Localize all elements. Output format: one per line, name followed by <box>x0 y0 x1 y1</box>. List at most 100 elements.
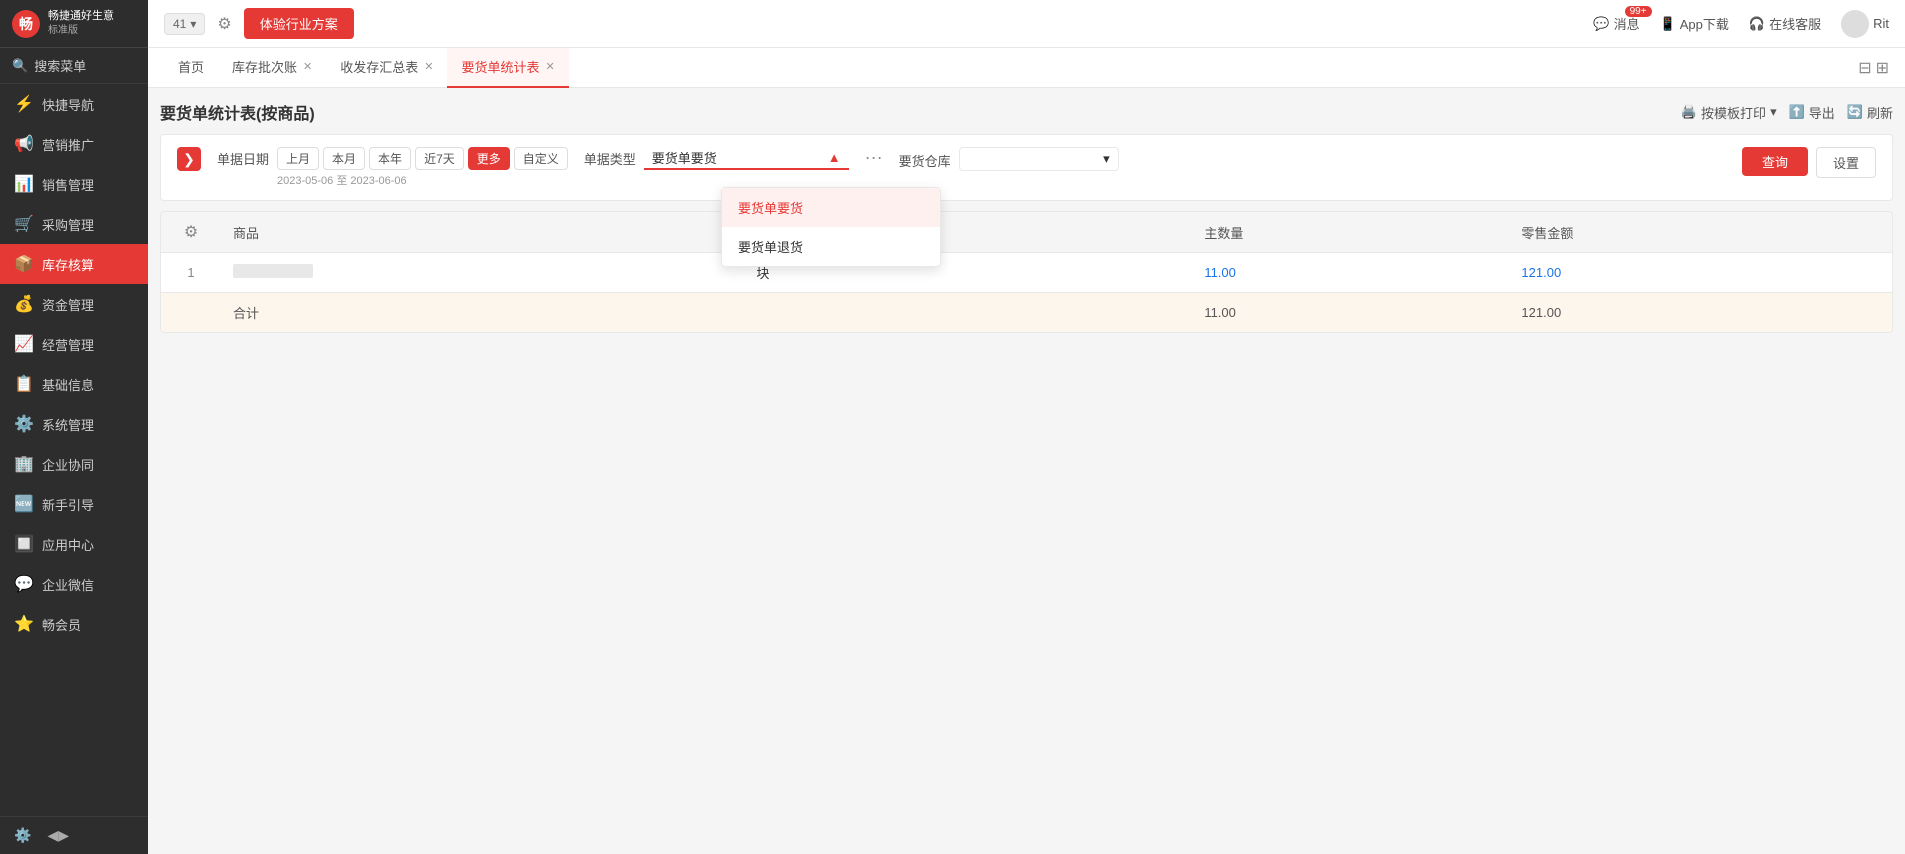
header: 41 ▾ ⚙ 体验行业方案 💬 消息 99+ 📱 App下载 🎧 在线客服 Ri… <box>148 0 1905 48</box>
print-btn[interactable]: 🖨️ 按模板打印 ▾ <box>1681 103 1777 122</box>
refresh-btn[interactable]: 🔄 刷新 <box>1847 103 1893 122</box>
sidebar-search[interactable]: 🔍 搜索菜单 <box>0 48 148 84</box>
query-button[interactable]: 查询 <box>1742 147 1808 176</box>
sidebar-item-wechat[interactable]: 💬 企业微信 <box>0 564 148 604</box>
page-actions: 🖨️ 按模板打印 ▾ ⬆️ 导出 🔄 刷新 <box>1681 103 1893 122</box>
type-select-input[interactable] <box>652 150 828 165</box>
filter-toggle-btn[interactable]: ❯ <box>177 147 201 171</box>
sidebar-item-quicknav[interactable]: ⚡ 快捷导航 <box>0 84 148 124</box>
sidebar-item-guide[interactable]: 🆕 新手引导 <box>0 484 148 524</box>
sidebar-item-enterprise[interactable]: 🏢 企业协同 <box>0 444 148 484</box>
more-filters-btn[interactable]: ··· <box>865 147 883 168</box>
trial-button[interactable]: 体验行业方案 <box>244 8 354 39</box>
sidebar-bottom: ⚙️ ◀▶ <box>0 816 148 854</box>
chevron-down-icon-warehouse: ▾ <box>1103 151 1110 167</box>
member-icon: ⭐ <box>14 614 34 634</box>
logo-area: 畅 畅捷通好生意 标准版 <box>0 0 148 48</box>
more-dates-btn[interactable]: 更多 <box>468 147 510 170</box>
table-settings-icon[interactable]: ⚙ <box>184 224 198 241</box>
footer-empty-1 <box>161 293 221 333</box>
this-year-btn[interactable]: 本年 <box>369 147 411 170</box>
last-month-btn[interactable]: 上月 <box>277 147 319 170</box>
sidebar-item-member[interactable]: ⭐ 畅会员 <box>0 604 148 644</box>
gear-icon[interactable]: ⚙ <box>217 14 231 34</box>
warehouse-filter-group: 要货仓库 ▾ <box>899 147 1119 171</box>
settings-button[interactable]: 设置 <box>1816 147 1876 178</box>
tab-close-order-stat[interactable]: ✕ <box>546 60 555 73</box>
custom-date-btn[interactable]: 自定义 <box>514 147 568 170</box>
tab-batch[interactable]: 库存批次账 ✕ <box>218 48 326 88</box>
this-month-btn[interactable]: 本月 <box>323 147 365 170</box>
warehouse-select[interactable]: ▾ <box>959 147 1119 171</box>
tab-bar: 首页 库存批次账 ✕ 收发存汇总表 ✕ 要货单统计表 ✕ ⊟ ⊞ <box>148 48 1905 88</box>
tab-minimize-icon[interactable]: ⊟ <box>1858 58 1871 78</box>
main-content: 要货单统计表(按商品) 🖨️ 按模板打印 ▾ ⬆️ 导出 🔄 刷新 ❯ <box>148 88 1905 854</box>
chevron-up-icon: ▲ <box>828 150 841 165</box>
message-badge: 99+ <box>1625 6 1652 17</box>
th-product: 商品 <box>221 212 744 253</box>
tab-maximize-icon[interactable]: ⊞ <box>1876 58 1889 78</box>
user-info[interactable]: Rit <box>1841 10 1889 38</box>
dropdown-item-return[interactable]: 要货单退货 <box>722 227 940 266</box>
table-row: 1 块 11.00 121.00 <box>161 253 1892 293</box>
main-area: 41 ▾ ⚙ 体验行业方案 💬 消息 99+ 📱 App下载 🎧 在线客服 Ri… <box>148 0 1905 854</box>
user-avatar <box>1841 10 1869 38</box>
logo-text: 畅捷通好生意 标准版 <box>48 9 114 38</box>
quicknav-icon: ⚡ <box>14 94 34 114</box>
th-settings[interactable]: ⚙ <box>161 212 221 253</box>
purchase-icon: 🛒 <box>14 214 34 234</box>
sidebar-item-purchase[interactable]: 🛒 采购管理 <box>0 204 148 244</box>
basic-icon: 📋 <box>14 374 34 394</box>
tab-summary[interactable]: 收发存汇总表 ✕ <box>326 48 447 88</box>
footer-label: 合计 <box>221 293 1192 333</box>
search-icon: 🔍 <box>12 58 28 74</box>
inventory-icon: 📦 <box>14 254 34 274</box>
row-amount[interactable]: 121.00 <box>1509 253 1892 293</box>
sidebar-item-finance[interactable]: 💰 资金管理 <box>0 284 148 324</box>
marketing-icon: 📢 <box>14 134 34 154</box>
tab-close-summary[interactable]: ✕ <box>424 60 433 73</box>
chevron-down-icon: ▾ <box>190 17 196 31</box>
chevron-down-icon: ▾ <box>1770 104 1777 120</box>
page-title: 要货单统计表(按商品) <box>160 100 315 124</box>
sidebar-item-marketing[interactable]: 📢 营销推广 <box>0 124 148 164</box>
system-icon: ⚙️ <box>14 414 34 434</box>
filter-panel: ❯ 单据日期 上月 本月 本年 近7天 更多 自定义 2023-05-06 至 … <box>160 134 1893 201</box>
collapse-icon[interactable]: ◀▶ <box>47 827 69 844</box>
th-qty: 主数量 <box>1192 212 1509 253</box>
tab-home[interactable]: 首页 <box>164 48 218 88</box>
footer-qty: 11.00 <box>1192 293 1509 333</box>
sidebar-item-operations[interactable]: 📈 经营管理 <box>0 324 148 364</box>
header-id[interactable]: 41 ▾ <box>164 13 205 35</box>
type-dropdown: 要货单要货 要货单退货 <box>721 187 941 267</box>
tab-close-batch[interactable]: ✕ <box>303 60 312 73</box>
refresh-icon: 🔄 <box>1847 104 1863 120</box>
dropdown-item-order[interactable]: 要货单要货 <box>722 188 940 227</box>
guide-icon: 🆕 <box>14 494 34 514</box>
online-service-btn[interactable]: 🎧 在线客服 <box>1749 14 1821 33</box>
sidebar-item-inventory[interactable]: 📦 库存核算 <box>0 244 148 284</box>
export-icon: ⬆️ <box>1789 104 1805 120</box>
row-qty[interactable]: 11.00 <box>1192 253 1509 293</box>
th-amount: 零售金额 <box>1509 212 1892 253</box>
sidebar-item-basic[interactable]: 📋 基础信息 <box>0 364 148 404</box>
wechat-icon: 💬 <box>14 574 34 594</box>
tab-order-stat[interactable]: 要货单统计表 ✕ <box>447 48 568 88</box>
last-7days-btn[interactable]: 近7天 <box>415 147 464 170</box>
sidebar-item-sales[interactable]: 📊 销售管理 <box>0 164 148 204</box>
finance-icon: 💰 <box>14 294 34 314</box>
export-btn[interactable]: ⬆️ 导出 <box>1789 103 1835 122</box>
product-placeholder <box>233 264 313 278</box>
sidebar-item-appstore[interactable]: 🔲 应用中心 <box>0 524 148 564</box>
logo-icon: 畅 <box>12 10 40 38</box>
message-btn[interactable]: 💬 消息 99+ <box>1593 14 1639 33</box>
sidebar-item-system[interactable]: ⚙️ 系统管理 <box>0 404 148 444</box>
phone-icon: 📱 <box>1660 16 1676 32</box>
row-product <box>221 253 744 293</box>
date-range-hint: 2023-05-06 至 2023-06-06 <box>277 172 568 188</box>
settings-bottom-icon[interactable]: ⚙️ <box>14 827 31 844</box>
type-select[interactable]: ▲ <box>644 147 849 170</box>
appstore-icon: 🔲 <box>14 534 34 554</box>
app-download-btn[interactable]: 📱 App下载 <box>1660 14 1729 33</box>
date-quick-btns: 上月 本月 本年 近7天 更多 自定义 <box>277 147 568 170</box>
